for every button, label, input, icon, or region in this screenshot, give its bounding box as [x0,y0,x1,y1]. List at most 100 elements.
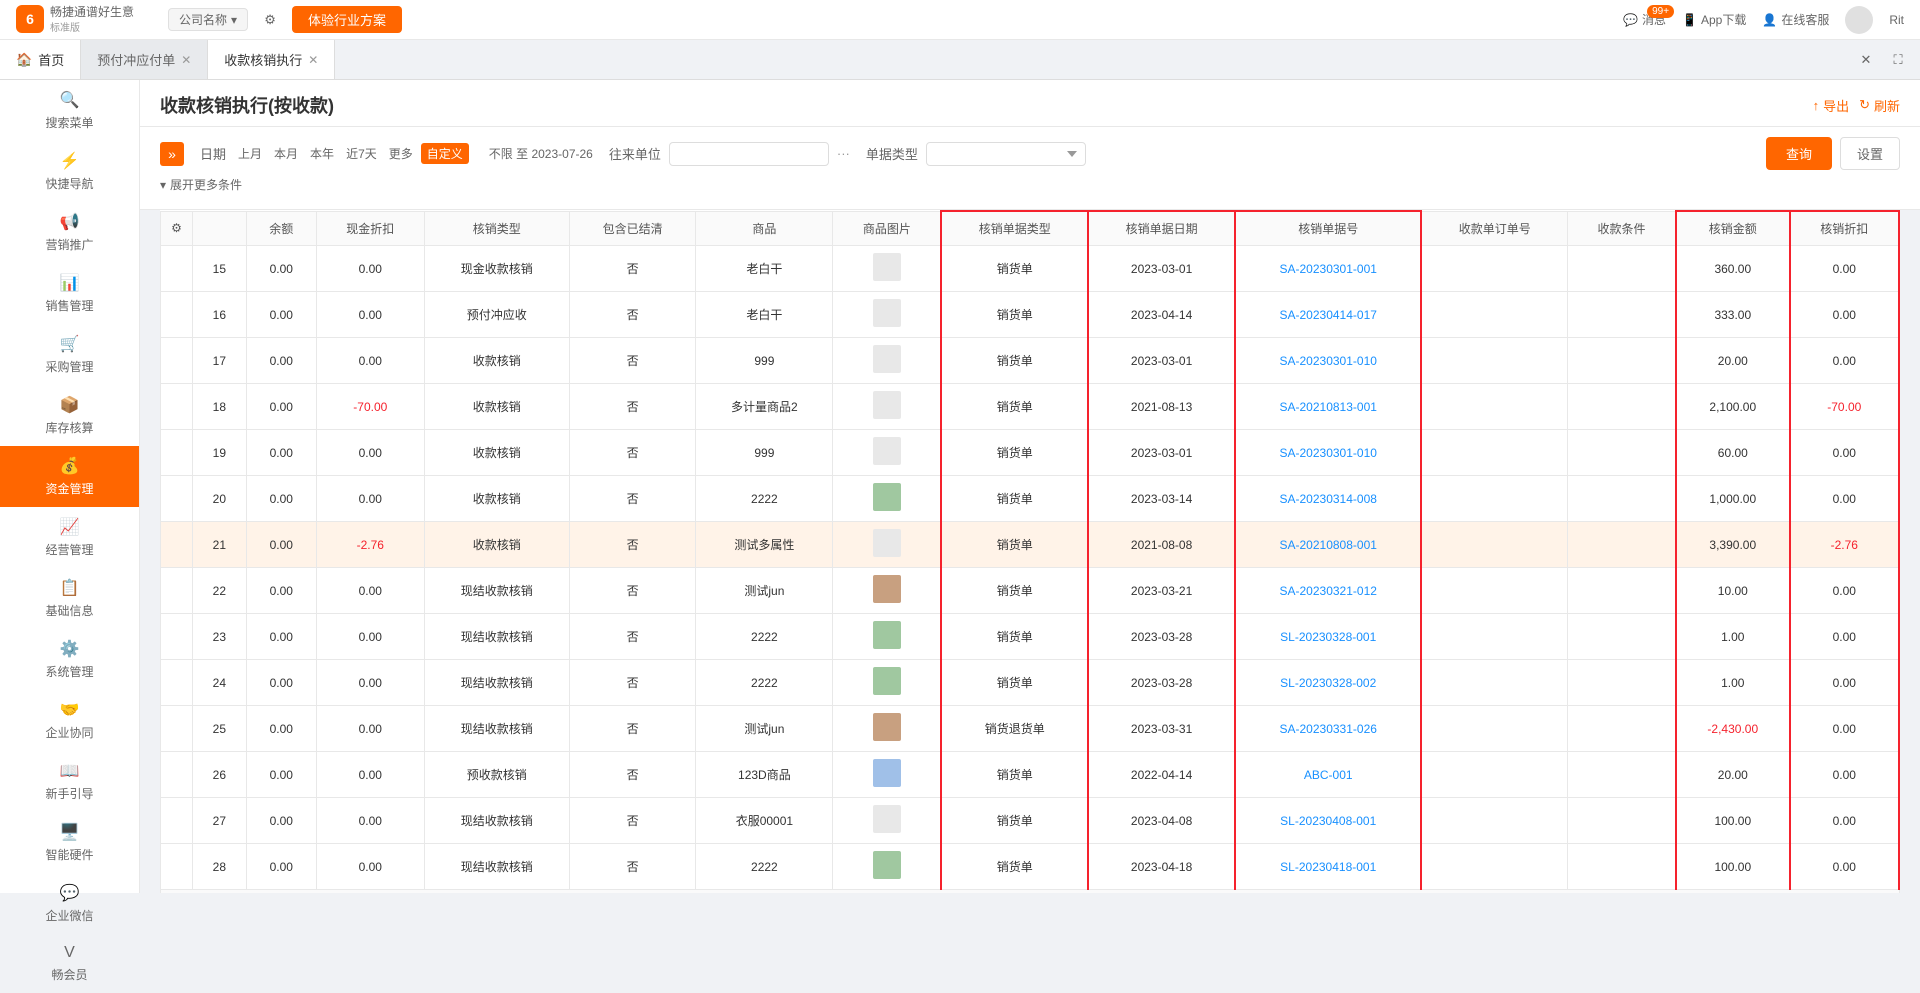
bill-no-link[interactable]: SL-20230408-001 [1280,814,1376,828]
filter-toggle-button[interactable]: » [160,142,184,166]
company-selector[interactable]: 公司名称 ▾ [168,8,248,31]
bill-no-link[interactable]: SL-20230328-002 [1280,676,1376,690]
cell-verify-bill-date: 2023-04-18 [1088,844,1235,890]
cell-product-img [833,522,942,568]
cell-verify-bill-no[interactable]: SL-20230408-001 [1235,798,1421,844]
cell-verify-bill-no[interactable]: SA-20230301-010 [1235,430,1421,476]
cell-verify-bill-date: 2023-03-21 [1088,568,1235,614]
sidebar-item-quick-nav[interactable]: ⚡ 快捷导航 [0,141,139,202]
cell-verify-bill-no[interactable]: SL-20230418-001 [1235,844,1421,890]
query-button[interactable]: 查询 [1766,137,1832,170]
voucher-type-select[interactable] [926,142,1086,166]
bill-no-link[interactable]: SL-20230328-001 [1280,630,1376,644]
cell-verify-bill-no[interactable]: ABC-001 [1235,752,1421,798]
sidebar-item-inventory[interactable]: 📦 库存核算 [0,385,139,446]
sidebar-item-hardware[interactable]: 🖥️ 智能硬件 [0,812,139,873]
sidebar-item-sales[interactable]: 📊 销售管理 [0,263,139,324]
bill-no-link[interactable]: SA-20210813-001 [1280,400,1377,414]
cell-verify-bill-type: 销货单 [941,384,1088,430]
tab-verify[interactable]: 收款核销执行 ✕ [208,40,335,79]
settings-button[interactable]: 设置 [1840,137,1900,170]
table-row: 25 0.00 0.00 现结收款核销 否 测试jun 销货退货单 2023-0… [161,706,1900,752]
bill-no-link[interactable]: SA-20230331-026 [1280,722,1377,736]
this-month-btn[interactable]: 本月 [270,143,302,164]
bill-no-link[interactable]: SA-20230301-010 [1280,354,1377,368]
this-year-btn[interactable]: 本年 [306,143,338,164]
cell-verify-bill-no[interactable]: SA-20210813-001 [1235,384,1421,430]
tab-verify-close[interactable]: ✕ [308,53,318,67]
user-avatar[interactable] [1845,6,1873,34]
sidebar-item-member[interactable]: V 畅会员 [0,934,139,993]
bill-no-link[interactable]: ABC-001 [1304,768,1353,782]
cell-verify-bill-no[interactable]: SA-20230331-026 [1235,706,1421,752]
app-download-link[interactable]: 📱 App下载 [1682,11,1746,28]
tab-prepay[interactable]: 预付冲应付单 ✕ [81,40,208,79]
last-month-btn[interactable]: 上月 [234,143,266,164]
cell-verify-bill-no[interactable]: SL-20230328-002 [1235,660,1421,706]
cell-cash-discount: 0.00 [316,660,424,706]
cell-verify-bill-no[interactable]: SA-20230314-008 [1235,476,1421,522]
sales-icon: 📊 [60,273,80,293]
cell-verify-amount: 1.00 [1676,660,1790,706]
sidebar-item-purchase[interactable]: 🛒 采购管理 [0,324,139,385]
bill-no-link[interactable]: SL-20230418-001 [1280,860,1376,874]
logo-icon: 6 [16,5,44,33]
cell-verify-amount: 60.00 [1676,430,1790,476]
industry-button[interactable]: 体验行业方案 [292,6,402,33]
finance-icon: 💰 [60,456,80,476]
sidebar-management-label: 经营管理 [45,541,93,558]
sidebar-item-management[interactable]: 📈 经营管理 [0,507,139,568]
sidebar-item-enterprise[interactable]: 🤝 企业协同 [0,690,139,751]
last-7days-btn[interactable]: 近7天 [342,143,381,164]
tab-home[interactable]: 🏠 首页 [0,40,81,79]
table-wrapper[interactable]: ⚙ 余额 现金折扣 核销类型 包含已结清 商品 商品图片 核销单据类型 核销单据… [140,210,1920,893]
bill-no-link[interactable]: SA-20230314-008 [1280,492,1377,506]
sidebar-item-wechat[interactable]: 💬 企业微信 [0,873,139,934]
sidebar-item-marketing[interactable]: 📢 营销推广 [0,202,139,263]
cell-product: 测试jun [696,706,833,752]
sidebar-item-finance[interactable]: 💰 资金管理 [0,446,139,507]
cell-verify-bill-no[interactable]: SA-20230414-017 [1235,292,1421,338]
expand-window-icon[interactable]: ⛶ [1884,46,1912,74]
bill-no-link[interactable]: SA-20210808-001 [1280,538,1377,552]
cell-no: 27 [193,798,247,844]
sidebar-member-label: 畅会员 [51,966,87,983]
close-all-icon[interactable]: ✕ [1852,46,1880,74]
cell-verify-amount: 100.00 [1676,798,1790,844]
cell-verify-bill-no[interactable]: SL-20230328-001 [1235,614,1421,660]
notification-area[interactable]: 💬 消息 99+ [1623,11,1666,28]
cell-verify-bill-no[interactable]: SA-20210808-001 [1235,522,1421,568]
settings-icon[interactable]: ⚙ [256,6,284,34]
cell-balance: 0.00 [246,660,316,706]
sidebar-item-newbie[interactable]: 📖 新手引导 [0,751,139,812]
online-service-link[interactable]: 👤 在线客服 [1762,11,1829,28]
cell-gear [161,798,193,844]
custom-date-btn[interactable]: 自定义 [421,143,469,164]
refresh-button[interactable]: ↻ 刷新 [1859,96,1900,115]
th-gear[interactable]: ⚙ [161,211,193,246]
sidebar-item-system[interactable]: ⚙️ 系统管理 [0,629,139,690]
sidebar-basic-info-label: 基础信息 [45,602,93,619]
cell-verify-bill-no[interactable]: SA-20230301-010 [1235,338,1421,384]
sidebar-item-search[interactable]: 🔍 搜索菜单 [0,80,139,141]
bill-no-link[interactable]: SA-20230301-001 [1280,262,1377,276]
cell-gear [161,430,193,476]
table-row: 22 0.00 0.00 现结收款核销 否 测试jun 销货单 2023-03-… [161,568,1900,614]
cell-verify-bill-date: 2023-03-31 [1088,706,1235,752]
cell-verify-bill-no[interactable]: SA-20230301-001 [1235,246,1421,292]
cell-verify-bill-no[interactable]: SA-20230321-012 [1235,568,1421,614]
cell-balance: 0.00 [246,384,316,430]
cell-receipt-condition [1567,430,1676,476]
cell-verify-bill-date: 2023-03-01 [1088,246,1235,292]
more-date-btn[interactable]: 更多 [385,143,417,164]
bill-no-link[interactable]: SA-20230414-017 [1280,308,1377,322]
export-button[interactable]: ↑ 导出 [1813,96,1850,115]
tab-prepay-close[interactable]: ✕ [181,53,191,67]
main-content: 收款核销执行(按收款) ↑ 导出 ↻ 刷新 » 日期 上月 [140,80,1920,893]
bill-no-link[interactable]: SA-20230301-010 [1280,446,1377,460]
expand-more-conditions[interactable]: ▾ 展开更多条件 [160,170,1900,199]
cell-verify-discount: 0.00 [1790,660,1899,706]
counterpart-input[interactable] [669,142,829,166]
sidebar-item-basic-info[interactable]: 📋 基础信息 [0,568,139,629]
bill-no-link[interactable]: SA-20230321-012 [1280,584,1377,598]
